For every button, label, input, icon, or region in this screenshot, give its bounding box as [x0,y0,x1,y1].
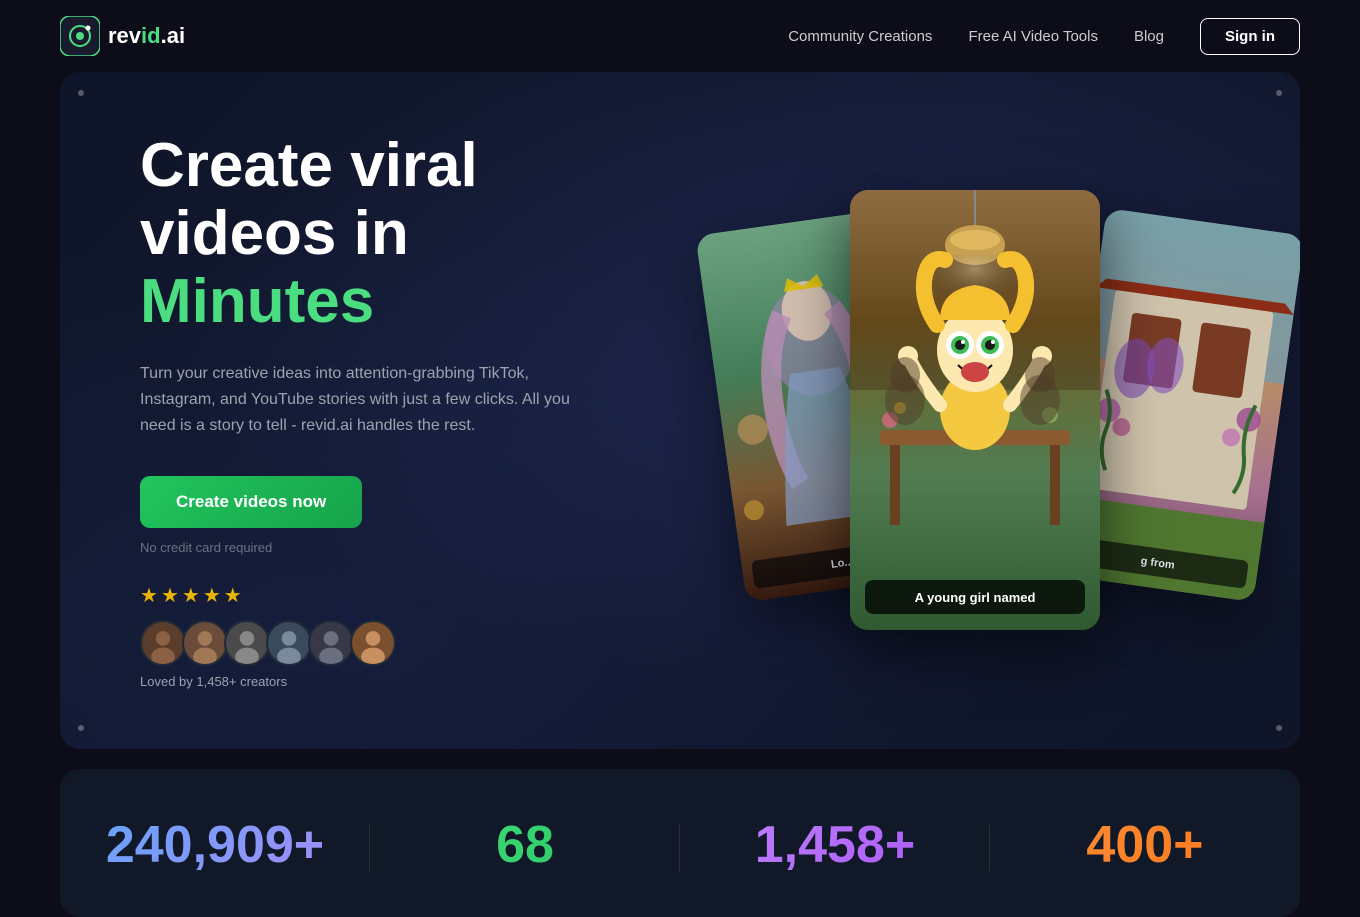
avatar-icon [226,620,268,666]
phone-card-center: A young girl named [850,190,1100,630]
nav-links: Community Creations Free AI Video Tools … [788,18,1300,55]
corner-dot-tl [78,90,84,96]
community-creations-link[interactable]: Community Creations [788,28,932,45]
avatar [350,620,396,666]
avatar [224,620,270,666]
hero-section: Create viral videos in Minutes Turn your… [60,72,1300,749]
create-videos-button[interactable]: Create videos now [140,476,362,528]
loved-by-text: Loved by 1,458+ creators [140,674,660,689]
stat-number-videos: 240,909+ [60,819,370,871]
stat-number-creators: 1,458+ [680,819,990,871]
phone-screen-center: A young girl named [850,190,1100,630]
avatar-icon [268,620,310,666]
stat-item-videos: 240,909+ [60,819,370,877]
hero-visuals: Lo... [700,160,1300,660]
hero-title: Create viral videos in Minutes [140,132,660,337]
stat-number-tools: 68 [370,819,680,871]
star-rating: ★ ★ ★ ★ ★ [140,583,660,608]
sign-in-button[interactable]: Sign in [1200,18,1300,55]
avatar-icon [352,620,394,666]
avatar [308,620,354,666]
svg-text:A young girl named: A young girl named [915,590,1036,605]
avatar-icon [184,620,226,666]
avatar-icon [310,620,352,666]
stat-item-creators: 1,458+ [680,819,990,877]
corner-dot-br [1276,725,1282,731]
avatar-group [140,620,660,666]
stat-item-tools: 68 [370,819,680,877]
corner-dot-tr [1276,90,1282,96]
navbar: revid.ai Community Creations Free AI Vid… [0,0,1360,72]
hero-content: Create viral videos in Minutes Turn your… [140,132,660,689]
avatar [266,620,312,666]
avatar-icon [142,620,184,666]
stat-item-other: 400+ [990,819,1300,877]
free-ai-video-tools-link[interactable]: Free AI Video Tools [968,28,1098,45]
stats-section: 240,909+ 68 1,458+ 400+ [60,769,1300,917]
avatar [182,620,228,666]
logo-icon [60,16,100,56]
stat-number-other: 400+ [990,819,1300,871]
no-credit-card-text: No credit card required [140,540,660,555]
blog-link[interactable]: Blog [1134,28,1164,45]
logo[interactable]: revid.ai [60,16,185,56]
corner-dot-bl [78,725,84,731]
avatar [140,620,186,666]
phone-bg-center: A young girl named [850,190,1100,630]
hero-description: Turn your creative ideas into attention-… [140,361,600,440]
logo-text: revid.ai [108,23,185,49]
